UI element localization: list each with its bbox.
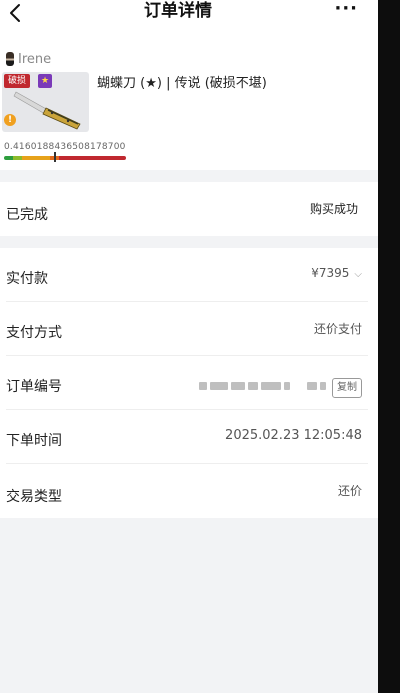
wear-tag: 破损 [4, 74, 31, 88]
nav-bar: 订单详情 ··· [0, 0, 378, 30]
wear-bar-segment-mw [12, 156, 23, 160]
wear-bar-segment-bs [58, 156, 126, 160]
avatar [6, 52, 14, 66]
more-options-icon[interactable]: ··· [334, 0, 358, 19]
status-value: 购买成功 [309, 202, 358, 216]
knife-image [13, 91, 81, 130]
seller-info: Irene [6, 50, 51, 68]
status-label: 已完成 [6, 207, 48, 223]
order-number-redacted [199, 380, 334, 392]
warning-icon: ! [4, 114, 16, 126]
payment-method-row: 支付方式 还价支付 [0, 302, 378, 356]
payment-method-value: 还价支付 [313, 322, 362, 336]
order-status: 已完成 购买成功 [0, 182, 378, 236]
wear-bar-segment-fn [4, 156, 13, 160]
order-time-value: 2025.02.23 12:05:48 [225, 428, 362, 443]
page-title: 订单详情 [144, 1, 212, 21]
payment-row[interactable]: 实付款 ¥7395 ⌵ [0, 248, 378, 302]
item-card[interactable]: Irene 破损 ★ ! 蝴蝶刀 (★) | 传说 (破损不堪) 0.41601… [0, 30, 378, 170]
wear-bar [4, 156, 126, 160]
trade-type-label: 交易类型 [6, 489, 62, 505]
seller-name: Irene [18, 51, 52, 67]
item-name: 蝴蝶刀 (★) | 传说 (破损不堪) [97, 76, 267, 91]
copy-button[interactable]: 复制 [332, 378, 362, 398]
order-details: 实付款 ¥7395 ⌵ 支付方式 还价支付 订单编号 复制 下单时间 2025.0… [0, 248, 378, 518]
float-value: 0.4160188436508178700 [4, 142, 126, 152]
trade-type-value: 还价 [337, 484, 362, 498]
order-time-label: 下单时间 [6, 433, 62, 449]
star-tag: ★ [38, 74, 52, 88]
wear-bar-segment-ft [22, 156, 51, 160]
wear-marker [53, 152, 56, 162]
order-number-row: 订单编号 复制 [0, 356, 378, 410]
payment-method-label: 支付方式 [6, 325, 62, 341]
chevron-down-icon[interactable]: ⌵ [354, 269, 362, 280]
order-time-row: 下单时间 2025.02.23 12:05:48 [0, 410, 378, 464]
payment-value: ¥7395 [311, 266, 350, 280]
item-thumbnail[interactable]: 破损 ★ ! [2, 72, 89, 132]
trade-type-row: 交易类型 还价 [0, 464, 378, 518]
payment-value-wrap: ¥7395 ⌵ [311, 266, 362, 280]
payment-label: 实付款 [6, 271, 48, 287]
order-number-label: 订单编号 [6, 379, 62, 395]
screen: 订单详情 ··· Irene 破损 ★ ! 蝴蝶刀 (★) | 传说 (破损不堪… [0, 0, 378, 693]
screen-edge [378, 0, 400, 693]
